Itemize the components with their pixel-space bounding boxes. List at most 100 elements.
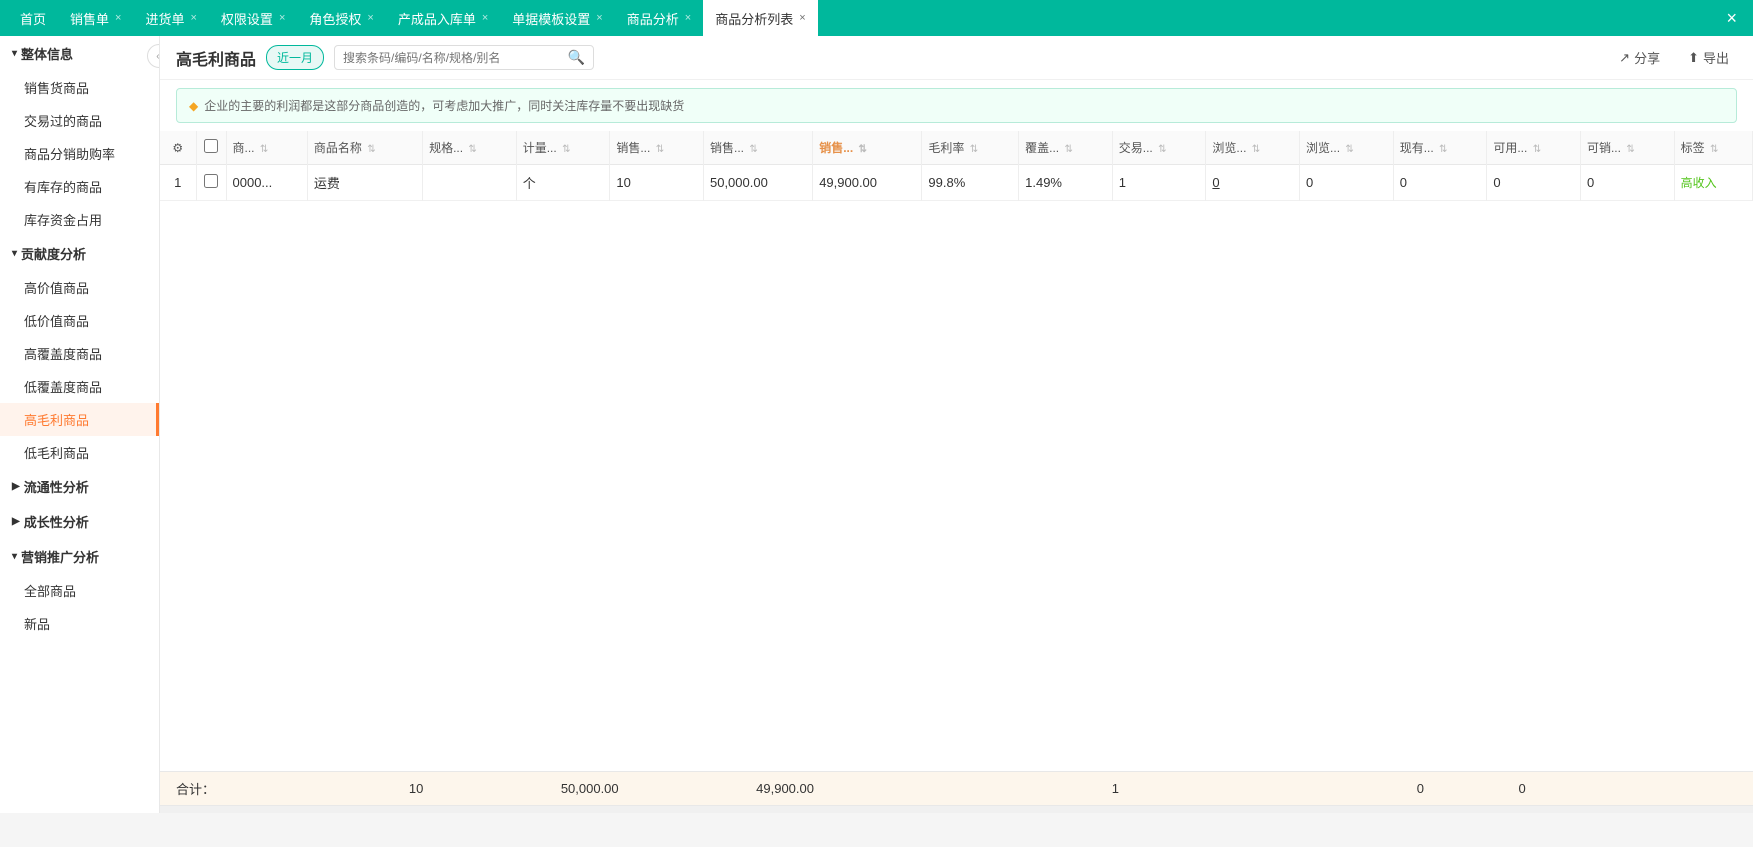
cell-salesamt: 50,000.00 <box>703 165 812 201</box>
arrow-contribution: ▾ <box>12 248 17 259</box>
arrow-marketing: ▾ <box>12 551 17 562</box>
table-row: 1 0000... 运费 个 10 50,000.00 49,900.00 99… <box>160 165 1753 201</box>
data-table: ⚙ 商... ⇅ 商品名称 ⇅ <box>160 131 1753 201</box>
col-salesamt-header[interactable]: 销售... ⇅ <box>703 131 812 165</box>
sort-coverage-icon: ⇅ <box>1064 144 1072 155</box>
close-role-auth[interactable]: × <box>367 12 373 24</box>
footer-cells: 10 50,000.00 49,900.00 1 0 0 <box>236 781 1737 796</box>
col-num: ⚙ <box>160 131 196 165</box>
search-box: 🔍 <box>334 45 594 70</box>
sidebar-item-low-value[interactable]: 低价值商品 <box>0 304 159 337</box>
sidebar-item-high-value[interactable]: 高价值商品 <box>0 271 159 304</box>
nav-role-auth[interactable]: 角色授权 × <box>297 0 385 36</box>
row-checkbox[interactable] <box>204 174 218 188</box>
sidebar-group-growth[interactable]: ▶ 成长性分析 <box>0 504 159 539</box>
footer-browse <box>1127 781 1229 796</box>
col-available-header[interactable]: 可用... ⇅ <box>1487 131 1581 165</box>
nav-product-analysis-list[interactable]: 商品分析列表 × <box>703 0 817 36</box>
col-unit-header[interactable]: 计量... ⇅ <box>516 131 610 165</box>
sidebar-item-sales-goods[interactable]: 销售货商品 <box>0 71 159 104</box>
nav-product-analysis[interactable]: 商品分析 × <box>615 0 703 36</box>
cell-check <box>196 165 226 201</box>
sidebar-group-liquidity[interactable]: ▶ 流通性分析 <box>0 469 159 504</box>
sidebar-item-inventory-funds[interactable]: 库存资金占用 <box>0 203 159 236</box>
sidebar-item-traded-goods[interactable]: 交易过的商品 <box>0 104 159 137</box>
sort-unit-icon: ⇅ <box>562 144 570 155</box>
close-product-analysis[interactable]: × <box>685 12 691 24</box>
export-button[interactable]: ⬆ 导出 <box>1680 44 1737 71</box>
sidebar-item-low-coverage[interactable]: 低覆盖度商品 <box>0 370 159 403</box>
sidebar-group-contribution[interactable]: ▾ 贡献度分析 <box>0 236 159 271</box>
sidebar-item-new-goods[interactable]: 新品 <box>0 607 159 640</box>
top-navigation: 首页 销售单 × 进货单 × 权限设置 × 角色授权 × 产成品入库单 × 单据… <box>0 0 1753 36</box>
col-salesqty-header[interactable]: 销售... ⇅ <box>610 131 704 165</box>
cell-grossmargin: 99.8% <box>922 165 1019 201</box>
close-template-settings[interactable]: × <box>596 12 602 24</box>
nav-product-inbound[interactable]: 产成品入库单 × <box>386 0 500 36</box>
col-tag-header[interactable]: 标签 ⇅ <box>1674 131 1752 165</box>
close-product-analysis-list[interactable]: × <box>799 12 805 24</box>
share-button[interactable]: ↗ 分享 <box>1611 44 1668 71</box>
page-title: 高毛利商品 <box>176 46 256 70</box>
sidebar-item-in-stock-goods[interactable]: 有库存的商品 <box>0 170 159 203</box>
horizontal-scrollbar[interactable] <box>160 805 1753 813</box>
col-grossmargin-header[interactable]: 毛利率 ⇅ <box>922 131 1019 165</box>
search-input[interactable] <box>343 51 564 65</box>
footer-browse2 <box>1229 781 1331 796</box>
col-salescost-header[interactable]: 销售... ⇅ <box>813 131 922 165</box>
select-all-checkbox[interactable] <box>204 139 218 153</box>
cell-salescost: 49,900.00 <box>813 165 922 201</box>
content-header: 高毛利商品 近一月 🔍 ↗ 分享 ⬆ 导出 <box>160 36 1753 80</box>
sort-spec-icon: ⇅ <box>468 144 476 155</box>
cell-browse1[interactable]: 0 <box>1206 165 1300 201</box>
sidebar-group-marketing[interactable]: ▾ 营销推广分析 <box>0 539 159 574</box>
col-check <box>196 131 226 165</box>
footer-available: 0 <box>1432 781 1534 796</box>
col-coverage-header[interactable]: 覆盖... ⇅ <box>1019 131 1113 165</box>
sidebar-item-high-gross[interactable]: 高毛利商品 <box>0 403 159 436</box>
nav-sales-order[interactable]: 销售单 × <box>58 0 133 36</box>
filter-recent-month[interactable]: 近一月 <box>266 45 324 70</box>
nav-permission-settings[interactable]: 权限设置 × <box>209 0 297 36</box>
cell-tag: 高收入 <box>1674 165 1752 201</box>
close-product-inbound[interactable]: × <box>482 12 488 24</box>
nav-template-settings[interactable]: 单据模板设置 × <box>500 0 614 36</box>
close-purchase-order[interactable]: × <box>190 12 196 24</box>
sort-browse1-icon: ⇅ <box>1252 144 1260 155</box>
cell-saleable: 0 <box>1580 165 1674 201</box>
col-code-header[interactable]: 商... ⇅ <box>226 131 307 165</box>
col-spec-header[interactable]: 规格... ⇅ <box>423 131 517 165</box>
col-currentstock-header[interactable]: 现有... ⇅ <box>1393 131 1487 165</box>
footer-transaction: 1 <box>1025 781 1127 796</box>
close-all-tabs[interactable]: × <box>1718 8 1745 29</box>
close-sales-order[interactable]: × <box>115 12 121 24</box>
cell-transaction: 1 <box>1112 165 1206 201</box>
sidebar-group-overall[interactable]: ▾ 整体信息 <box>0 36 159 71</box>
sort-grossmargin-icon: ⇅ <box>970 144 978 155</box>
col-browse2-header[interactable]: 浏览... ⇅ <box>1300 131 1394 165</box>
sidebar-item-all-goods[interactable]: 全部商品 <box>0 574 159 607</box>
cell-currentstock: 0 <box>1393 165 1487 201</box>
table-header-row: ⚙ 商... ⇅ 商品名称 ⇅ <box>160 131 1753 165</box>
footer-salesamt: 50,000.00 <box>431 781 626 796</box>
share-icon: ↗ <box>1619 50 1630 66</box>
settings-icon[interactable]: ⚙ <box>172 141 183 155</box>
sidebar-item-low-gross[interactable]: 低毛利商品 <box>0 436 159 469</box>
col-transaction-header[interactable]: 交易... ⇅ <box>1112 131 1206 165</box>
col-saleable-header[interactable]: 可销... ⇅ <box>1580 131 1674 165</box>
close-permission-settings[interactable]: × <box>279 12 285 24</box>
col-name-header[interactable]: 商品名称 ⇅ <box>307 131 422 165</box>
footer-tag <box>1635 781 1737 796</box>
arrow-liquidity: ▶ <box>12 481 20 492</box>
search-icon[interactable]: 🔍 <box>568 49 585 66</box>
cell-num: 1 <box>160 165 196 201</box>
col-browse1-header[interactable]: 浏览... ⇅ <box>1206 131 1300 165</box>
cell-unit: 个 <box>516 165 610 201</box>
sidebar-item-distribution-rate[interactable]: 商品分销助购率 <box>0 137 159 170</box>
nav-purchase-order[interactable]: 进货单 × <box>133 0 208 36</box>
sidebar-item-high-coverage[interactable]: 高覆盖度商品 <box>0 337 159 370</box>
cell-name: 运费 <box>307 165 422 201</box>
sort-salesqty-icon: ⇅ <box>656 144 664 155</box>
cell-salesqty: 10 <box>610 165 704 201</box>
nav-home[interactable]: 首页 <box>8 0 58 36</box>
